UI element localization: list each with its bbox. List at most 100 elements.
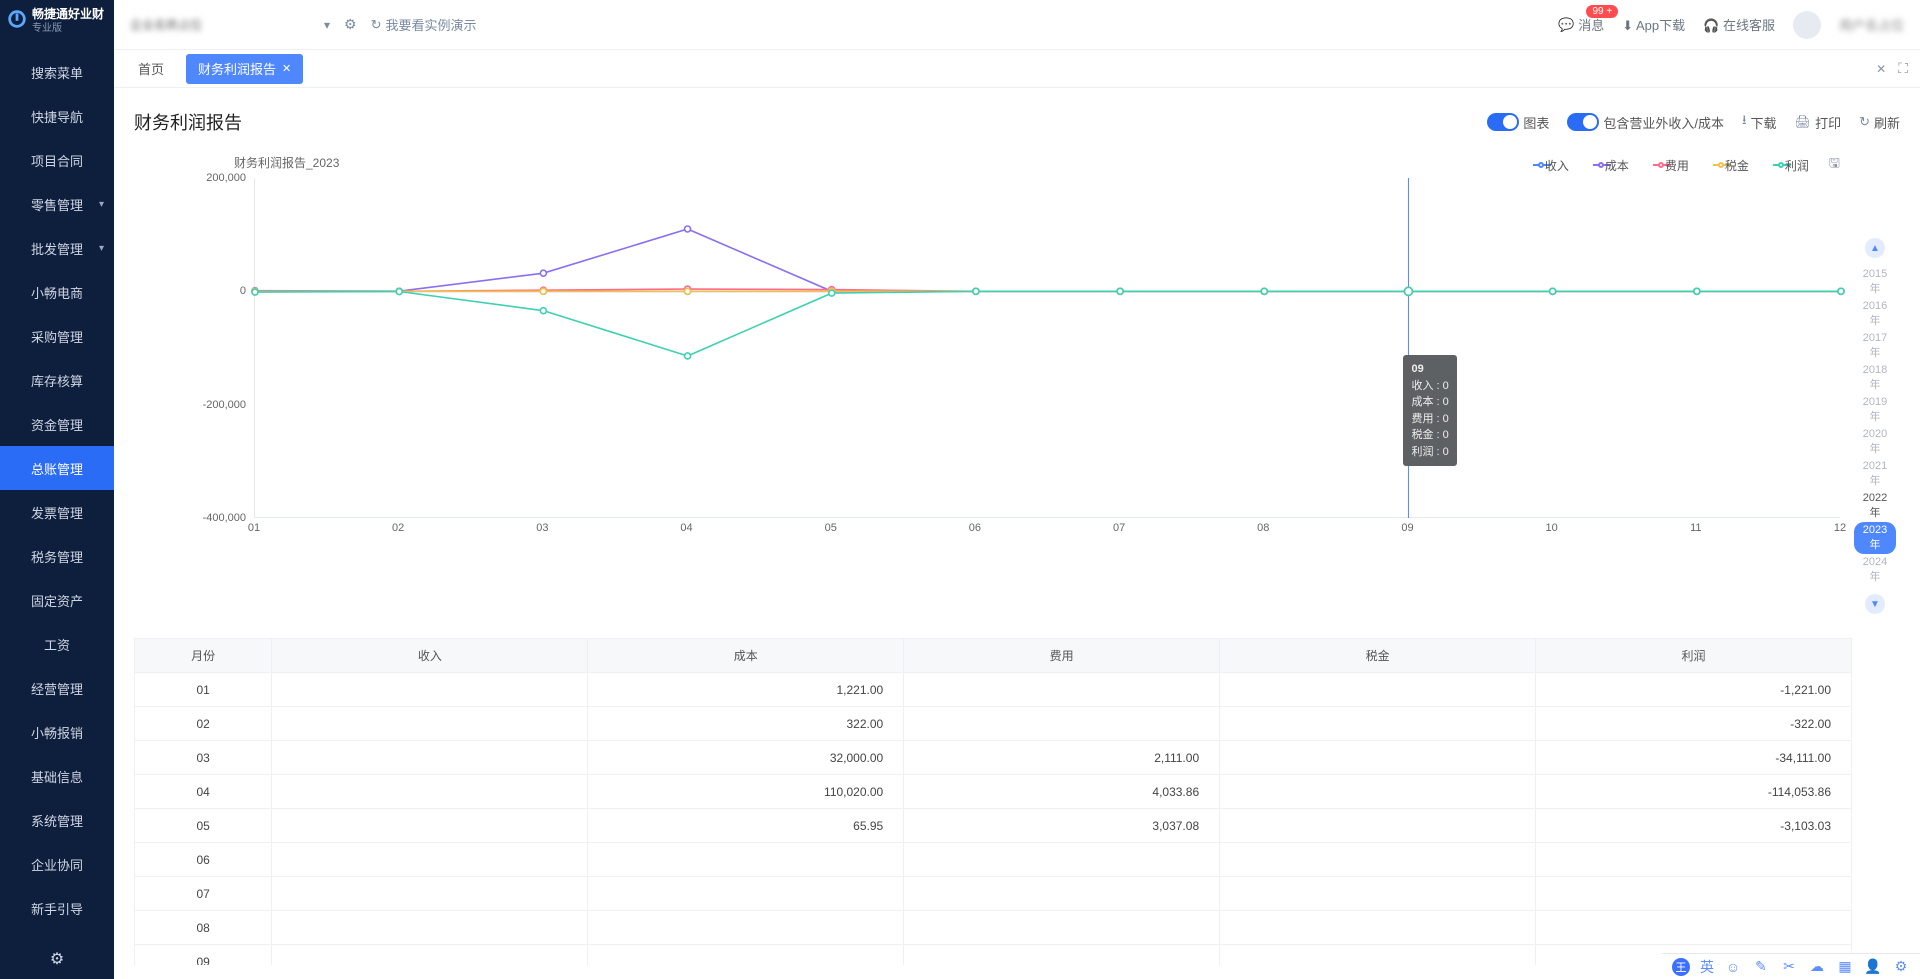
ime-cloud-icon[interactable]: ☁: [1808, 958, 1826, 976]
print-icon: 🖨: [1795, 114, 1812, 130]
nav-item[interactable]: 小畅报销: [0, 710, 114, 754]
nav-item[interactable]: 总账管理: [0, 446, 114, 490]
nav-item[interactable]: 快捷导航: [0, 94, 114, 138]
message-icon: 💬: [1558, 17, 1574, 33]
year-item[interactable]: 2015年: [1854, 266, 1896, 298]
year-item[interactable]: 2017年: [1854, 330, 1896, 362]
year-item[interactable]: 2023年: [1854, 522, 1896, 554]
online-service-link[interactable]: 🎧 在线客服: [1703, 15, 1775, 34]
logo-icon: [6, 8, 28, 30]
nav-item[interactable]: 库存核算: [0, 358, 114, 402]
chart-block: 财务利润报告_2023 收入成本费用税金利润 🖫 200,0000-200,000…: [134, 148, 1900, 548]
settings-icon[interactable]: ⚙: [344, 16, 357, 33]
chevron-down-icon[interactable]: ▾: [324, 18, 330, 32]
nav-item[interactable]: 零售管理▾: [0, 182, 114, 226]
x-axis-label: 12: [1834, 522, 1846, 534]
table-header: 成本: [588, 639, 904, 673]
x-axis-label: 07: [1113, 522, 1125, 534]
nav-item[interactable]: 项目合同: [0, 138, 114, 182]
x-axis-label: 02: [392, 522, 404, 534]
demo-label: 我要看实例演示: [386, 15, 477, 34]
tab-home[interactable]: 首页: [126, 54, 176, 84]
chart-canvas[interactable]: 200,0000-200,000-400,000 010203040506070…: [254, 178, 1840, 518]
y-axis-label: -200,000: [203, 399, 246, 411]
nav-item[interactable]: 搜索菜单: [0, 50, 114, 94]
table-header: 税金: [1220, 639, 1536, 673]
chart-title: 财务利润报告_2023: [234, 154, 339, 171]
nav-item[interactable]: 固定资产: [0, 578, 114, 622]
legend-item[interactable]: 成本: [1583, 157, 1629, 174]
messages-badge: 99 +: [1586, 5, 1618, 18]
year-item[interactable]: 2018年: [1854, 362, 1896, 394]
ime-grid-icon[interactable]: ▦: [1836, 958, 1854, 976]
nav-item[interactable]: 批发管理▾: [0, 226, 114, 270]
nav-item[interactable]: 税务管理: [0, 534, 114, 578]
year-item[interactable]: 2022年: [1854, 490, 1896, 522]
toggle-include-nonop[interactable]: 包含营业外收入/成本: [1567, 113, 1724, 132]
download-button[interactable]: ⭳下载: [1742, 111, 1777, 133]
nav-item[interactable]: 小畅电商: [0, 270, 114, 314]
close-icon[interactable]: ✕: [282, 62, 291, 75]
print-button[interactable]: 🖨打印: [1795, 113, 1842, 132]
nav-item[interactable]: 基础信息: [0, 754, 114, 798]
toggle-chart[interactable]: 图表: [1487, 113, 1549, 132]
nav-item[interactable]: 经营管理: [0, 666, 114, 710]
nav-list: 搜索菜单快捷导航项目合同零售管理▾批发管理▾小畅电商采购管理库存核算资金管理总账…: [0, 50, 114, 939]
year-item[interactable]: 2021年: [1854, 458, 1896, 490]
year-item[interactable]: 2020年: [1854, 426, 1896, 458]
ime-edit-icon[interactable]: ✎: [1752, 958, 1770, 976]
gear-icon: ⚙: [50, 949, 64, 969]
sync-icon: ↻: [371, 17, 382, 33]
table-header: 月份: [135, 639, 272, 673]
scroll-down-icon[interactable]: ▼: [1865, 594, 1885, 614]
table-row: 011,221.00-1,221.00: [135, 673, 1852, 707]
nav-item[interactable]: 新手引导: [0, 886, 114, 930]
org-name[interactable]: 企业名称占位: [130, 16, 310, 33]
refresh-button[interactable]: ↻刷新: [1859, 113, 1900, 132]
year-item[interactable]: 2024年: [1854, 554, 1896, 586]
table-row: 0332,000.002,111.00-34,111.00: [135, 741, 1852, 775]
messages-button[interactable]: 💬 消息 99 +: [1558, 15, 1604, 34]
nav-item[interactable]: 工资: [0, 622, 114, 666]
sidebar: 畅捷通好业财 专业版 搜索菜单快捷导航项目合同零售管理▾批发管理▾小畅电商采购管…: [0, 0, 114, 979]
x-axis-label: 04: [680, 522, 692, 534]
scroll-up-icon[interactable]: ▲: [1865, 238, 1885, 258]
ime-settings-icon[interactable]: ⚙: [1892, 958, 1910, 976]
nav-item[interactable]: 资金管理: [0, 402, 114, 446]
ime-emoji-icon[interactable]: ☺: [1724, 958, 1742, 976]
ime-user-icon[interactable]: 👤: [1864, 958, 1882, 976]
ime-lang[interactable]: 英: [1700, 957, 1714, 977]
legend-item[interactable]: 费用: [1643, 157, 1689, 174]
avatar[interactable]: [1793, 11, 1821, 39]
year-item[interactable]: 2016年: [1854, 298, 1896, 330]
year-item[interactable]: 2019年: [1854, 394, 1896, 426]
close-all-icon[interactable]: ✕: [1876, 62, 1886, 76]
chevron-down-icon: ▾: [99, 199, 104, 210]
table-header: 利润: [1536, 639, 1852, 673]
username[interactable]: 用户名占位: [1839, 15, 1904, 34]
nav-item[interactable]: 采购管理: [0, 314, 114, 358]
data-table: 月份收入成本费用税金利润011,221.00-1,221.0002322.00-…: [134, 638, 1852, 965]
tab-active[interactable]: 财务利润报告 ✕: [186, 54, 303, 84]
nav-item[interactable]: 发票管理: [0, 490, 114, 534]
ime-scissors-icon[interactable]: ✂: [1780, 958, 1798, 976]
app-download-link[interactable]: ⬇ App下载: [1622, 15, 1685, 34]
ime-pill[interactable]: 王: [1672, 958, 1690, 976]
x-axis-label: 06: [969, 522, 981, 534]
year-timeline: ▲ 2015年2016年2017年2018年2019年2020年2021年202…: [1854, 238, 1896, 614]
nav-item[interactable]: 系统管理: [0, 798, 114, 842]
legend-item[interactable]: 税金: [1703, 157, 1749, 174]
demo-link[interactable]: ↻ 我要看实例演示: [371, 15, 477, 34]
brand-name: 畅捷通好业财: [32, 8, 104, 21]
x-axis-label: 01: [248, 522, 260, 534]
download-icon: ⭳: [1742, 111, 1747, 133]
save-chart-icon[interactable]: 🖫: [1829, 154, 1840, 176]
headset-icon: 🎧: [1703, 18, 1719, 33]
table-row: 07: [135, 877, 1852, 911]
nav-settings[interactable]: ⚙: [0, 939, 114, 979]
legend-item[interactable]: 收入: [1523, 157, 1569, 174]
fullscreen-icon[interactable]: ⛶: [1898, 60, 1908, 77]
toggle-switch-icon: [1487, 113, 1519, 131]
legend-item[interactable]: 利润: [1763, 157, 1809, 174]
nav-item[interactable]: 企业协同: [0, 842, 114, 886]
